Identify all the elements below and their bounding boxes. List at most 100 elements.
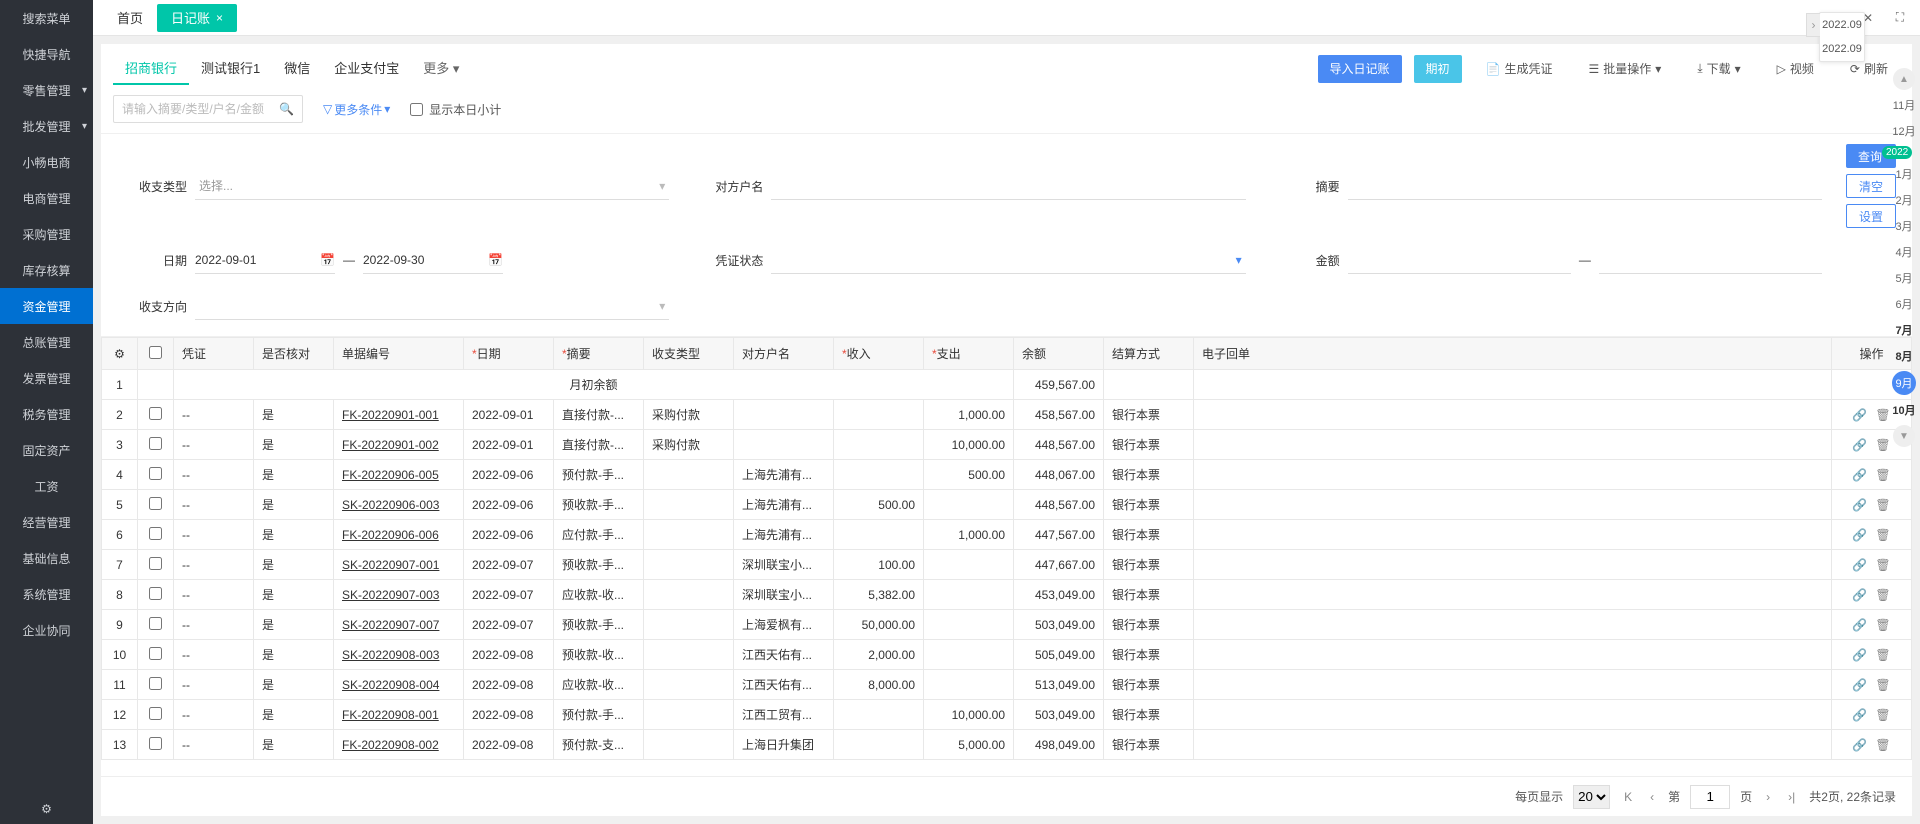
link-icon[interactable]: 🔗 [1852,558,1867,572]
sidebar-item[interactable]: 批发管理▾ [0,108,93,144]
doc-link[interactable]: SK-20220908-003 [342,648,439,662]
row-checkbox[interactable] [149,437,162,450]
sidebar-settings[interactable]: ⚙ [0,794,93,824]
link-icon[interactable]: 🔗 [1852,408,1867,422]
first-page-button[interactable]: K [1620,790,1636,804]
row-checkbox[interactable] [149,737,162,750]
delete-icon[interactable]: 🗑 [1875,648,1890,662]
doc-link[interactable]: SK-20220906-003 [342,498,439,512]
sidebar-item[interactable]: 发票管理 [0,360,93,396]
row-checkbox[interactable] [149,647,162,660]
voucher-status-select[interactable]: ▾ [771,246,1245,274]
bank-tab[interactable]: 企业支付宝 [322,52,411,85]
sidebar-item[interactable]: 小畅电商 [0,144,93,180]
import-button[interactable]: 导入日记账 [1318,55,1402,83]
collapse-handle[interactable]: › [1806,13,1820,37]
counter-input[interactable] [771,172,1245,200]
row-checkbox[interactable] [149,497,162,510]
delete-icon[interactable]: 🗑 [1875,678,1890,692]
page-input[interactable] [1690,785,1730,809]
month-item[interactable]: 6月 [1895,293,1912,315]
sidebar-item[interactable]: 资金管理 [0,288,93,324]
sidebar-item[interactable]: 系统管理 [0,576,93,612]
link-icon[interactable]: 🔗 [1852,678,1867,692]
sidebar-item[interactable]: 快捷导航 [0,36,93,72]
date-from-input[interactable]: 2022-09-01📅 [195,246,335,274]
search-icon[interactable]: 🔍 [279,102,294,116]
row-checkbox[interactable] [149,617,162,630]
doc-link[interactable]: FK-20220908-002 [342,738,439,752]
amount-from-input[interactable] [1348,246,1571,274]
delete-icon[interactable]: 🗑 [1875,708,1890,722]
date-to-input[interactable]: 2022-09-30📅 [363,246,503,274]
link-icon[interactable]: 🔗 [1852,438,1867,452]
period-item[interactable]: 2022.09 [1820,37,1864,61]
month-item[interactable]: 10月 [1892,399,1915,421]
month-item[interactable]: 4月 [1895,241,1912,263]
next-page-button[interactable]: › [1762,790,1774,804]
fullscreen-icon[interactable]: ⛶ [1890,8,1910,28]
link-icon[interactable]: 🔗 [1852,528,1867,542]
sidebar-item[interactable]: 电商管理 [0,180,93,216]
period-button[interactable]: 期初 [1414,55,1462,83]
sidebar-item[interactable]: 库存核算 [0,252,93,288]
more-conditions[interactable]: ▽ 更多条件 ▾ [323,101,390,118]
month-item[interactable]: 8月 [1895,345,1912,367]
show-daily-subtotal[interactable]: 显示本日小计 [410,101,501,118]
link-icon[interactable]: 🔗 [1852,468,1867,482]
per-page-select[interactable]: 20 [1573,785,1610,809]
batch-button[interactable]: ☰批量操作▾ [1577,55,1674,83]
gen-voucher-button[interactable]: 📄生成凭证 [1474,55,1565,83]
month-item[interactable]: 11月 [1893,94,1915,116]
month-item[interactable]: 1月 [1895,163,1912,185]
link-icon[interactable]: 🔗 [1852,588,1867,602]
month-item[interactable]: 7月 [1895,319,1912,341]
type-select[interactable]: 选择...▾ [195,172,669,200]
sidebar-item[interactable]: 采购管理 [0,216,93,252]
delete-icon[interactable]: 🗑 [1875,618,1890,632]
doc-link[interactable]: FK-20220906-005 [342,468,439,482]
row-checkbox[interactable] [149,557,162,570]
sidebar-item[interactable]: 税务管理 [0,396,93,432]
doc-link[interactable]: FK-20220908-001 [342,708,439,722]
period-item[interactable]: 2022.09 [1820,13,1864,37]
sidebar-item[interactable]: 工资 [0,468,93,504]
download-button[interactable]: ⤓下载▾ [1685,55,1752,83]
delete-icon[interactable]: 🗑 [1875,468,1890,482]
delete-icon[interactable]: 🗑 [1875,528,1890,542]
link-icon[interactable]: 🔗 [1852,618,1867,632]
page-tab[interactable]: 日记账× [157,4,237,32]
month-item[interactable]: 2月 [1895,189,1912,211]
month-item[interactable]: 12月 [1892,120,1915,142]
sidebar-item[interactable]: 经营管理 [0,504,93,540]
doc-link[interactable]: SK-20220907-003 [342,588,439,602]
summary-input[interactable] [1348,172,1822,200]
sidebar-item[interactable]: 固定资产 [0,432,93,468]
amount-to-input[interactable] [1599,246,1822,274]
page-tab[interactable]: 首页 [103,4,157,32]
delete-icon[interactable]: 🗑 [1875,588,1890,602]
scroll-up-button[interactable]: ▲ [1893,68,1915,90]
doc-link[interactable]: SK-20220907-001 [342,558,439,572]
show-daily-checkbox[interactable] [410,103,423,116]
link-icon[interactable]: 🔗 [1852,738,1867,752]
search-input[interactable]: 🔍 [113,95,303,123]
close-icon[interactable]: × [216,11,223,25]
sidebar-item[interactable]: 搜索菜单 [0,0,93,36]
month-item[interactable]: 5月 [1895,267,1912,289]
delete-icon[interactable]: 🗑 [1875,558,1890,572]
select-all-checkbox[interactable] [149,346,162,359]
sidebar-item[interactable]: 总账管理 [0,324,93,360]
row-checkbox[interactable] [149,527,162,540]
doc-link[interactable]: FK-20220901-002 [342,438,439,452]
bank-tab[interactable]: 招商银行 [113,52,189,85]
video-button[interactable]: ▷视频 [1765,55,1826,83]
sidebar-item[interactable]: 零售管理▾ [0,72,93,108]
row-checkbox[interactable] [149,707,162,720]
link-icon[interactable]: 🔗 [1852,498,1867,512]
delete-icon[interactable]: 🗑 [1875,738,1890,752]
doc-link[interactable]: SK-20220908-004 [342,678,439,692]
link-icon[interactable]: 🔗 [1852,708,1867,722]
doc-link[interactable]: FK-20220906-006 [342,528,439,542]
doc-link[interactable]: SK-20220907-007 [342,618,439,632]
